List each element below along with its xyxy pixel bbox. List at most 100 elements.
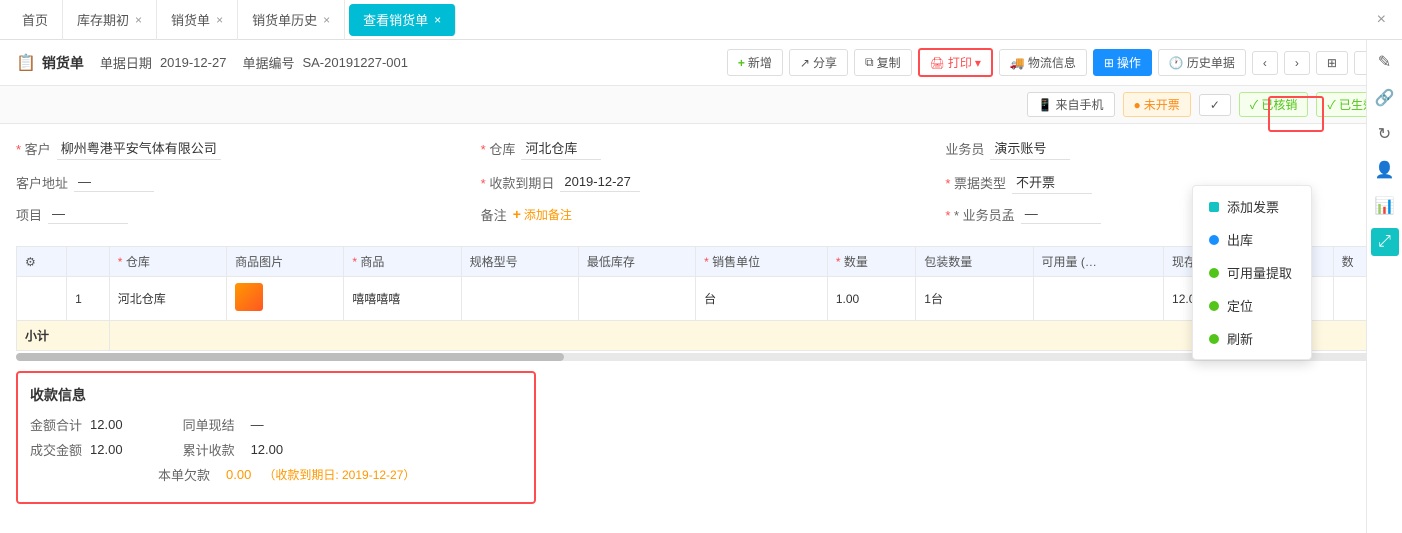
- subtotal-label: 小计: [17, 321, 110, 351]
- locate-item[interactable]: 定位: [1193, 289, 1311, 322]
- circle-icon: ●: [1134, 98, 1141, 112]
- cancelled-badge: ✓ 已核销: [1239, 92, 1309, 117]
- logistics-button[interactable]: 🚚 物流信息: [999, 49, 1087, 76]
- copy-button[interactable]: ⧉ 复制: [854, 49, 912, 76]
- grid1-button[interactable]: ⊞: [1316, 51, 1348, 75]
- toolbar-row: 📱 来自手机 ● 未开票 ✓ ✓ 已核销 ✓ 已生效: [0, 86, 1402, 124]
- add-note-button[interactable]: + 添加备注: [513, 206, 572, 223]
- tab-view-sales[interactable]: 查看销货单 ×: [349, 4, 456, 36]
- same-order-label: 同单现结: [183, 415, 235, 434]
- deal-value: 12.00: [90, 442, 123, 457]
- plus-icon: +: [738, 56, 745, 70]
- tab-inventory-init[interactable]: 库存期初 ×: [63, 0, 157, 40]
- history-button[interactable]: 🕐 历史单据: [1158, 49, 1246, 76]
- number-label: 单据编号: [242, 53, 294, 72]
- copy-icon: ⧉: [865, 55, 874, 70]
- tab-inventory-init-close[interactable]: ×: [135, 13, 142, 27]
- payment-row-3: 本单欠款 0.00 （收款到期日: 2019-12-27）: [30, 465, 522, 484]
- customer-value: 柳州粤港平安气体有限公司: [57, 136, 221, 160]
- row-min-stock: [578, 277, 695, 321]
- share-button[interactable]: ↗ 分享: [789, 49, 848, 76]
- edit-icon: ✎: [1378, 52, 1391, 72]
- tab-view-sales-close[interactable]: ×: [434, 13, 441, 27]
- col-num: [67, 247, 110, 277]
- link-icon: 🔗: [1375, 88, 1395, 108]
- right-sidebar: ✎ 🔗 ↻ 👤 📊 ⤢: [1366, 40, 1402, 533]
- subtotal-row: 小计: [17, 321, 1386, 351]
- share-icon: ↗: [800, 56, 810, 70]
- due-value: 0.00: [226, 467, 251, 482]
- next-button[interactable]: ›: [1284, 51, 1310, 75]
- mobile-icon: 📱: [1038, 98, 1053, 112]
- refresh-icon: [1209, 334, 1219, 344]
- tab-sales-history[interactable]: 销货单历史 ×: [238, 0, 345, 40]
- tab-home[interactable]: 首页: [8, 0, 63, 40]
- tab-sales-order-close[interactable]: ×: [216, 13, 223, 27]
- outbound-icon: [1209, 235, 1219, 245]
- doc-date-field: 单据日期 2019-12-27: [100, 53, 227, 72]
- qty-extract-item[interactable]: 可用量提取: [1193, 256, 1311, 289]
- sidebar-expand-btn[interactable]: ⤢: [1371, 228, 1399, 256]
- mobile-button[interactable]: 📱 来自手机: [1027, 92, 1115, 117]
- plus-note-icon: +: [513, 206, 521, 222]
- project-field: 项目 —: [16, 204, 457, 224]
- address-value: —: [74, 172, 154, 192]
- add-invoice-item[interactable]: 添加发票: [1193, 190, 1311, 223]
- data-icon: 📊: [1375, 196, 1395, 216]
- sidebar-data-btn[interactable]: 📊: [1371, 192, 1399, 220]
- tab-bar: 首页 库存期初 × 销货单 × 销货单历史 × 查看销货单 × ×: [0, 0, 1402, 40]
- not-open-button[interactable]: ● 未开票: [1123, 92, 1191, 117]
- items-table: ⚙ 仓库 商品图片 商品 规格型号 最低库存 销售单位 数量 包装数量 可用量 …: [16, 246, 1386, 351]
- row-warehouse: 河北仓库: [109, 277, 226, 321]
- sidebar-refresh-btn[interactable]: ↻: [1371, 120, 1399, 148]
- row-product: 嘻嘻嘻嘻: [344, 277, 461, 321]
- doc-meta: 单据日期 2019-12-27 单据编号 SA-20191227-001: [100, 53, 711, 72]
- product-image: [235, 283, 263, 311]
- payment-row-2: 成交金额 12.00 累计收款 12.00: [30, 440, 522, 459]
- print-button[interactable]: 🖨 打印 ▾: [918, 48, 993, 77]
- new-button[interactable]: + 新增: [727, 49, 783, 76]
- address-label: 客户地址: [16, 173, 68, 192]
- col-product: 商品: [344, 247, 461, 277]
- payment-title: 收款信息: [30, 385, 522, 405]
- sidebar-link-btn[interactable]: 🔗: [1371, 84, 1399, 112]
- add-invoice-icon: [1209, 202, 1219, 212]
- window-close-button[interactable]: ×: [1369, 11, 1394, 29]
- total-label: 金额合计: [30, 415, 82, 434]
- row-num: 1: [67, 277, 110, 321]
- col-spec: 规格型号: [461, 247, 578, 277]
- tab-sales-history-close[interactable]: ×: [323, 13, 330, 27]
- payment-row-1: 金额合计 12.00 同单现结 —: [30, 415, 522, 434]
- sidebar-refresh-icon: ↻: [1378, 124, 1391, 144]
- check-green2-icon: ✓: [1327, 98, 1335, 112]
- doc-header: 📋 销货单 单据日期 2019-12-27 单据编号 SA-20191227-0…: [0, 40, 1402, 86]
- main-content: 📋 销货单 单据日期 2019-12-27 单据编号 SA-20191227-0…: [0, 40, 1402, 533]
- col-product-img: 商品图片: [227, 247, 344, 277]
- sidebar-user-btn[interactable]: 👤: [1371, 156, 1399, 184]
- due-field: 本单欠款 0.00 （收款到期日: 2019-12-27）: [158, 465, 415, 484]
- prev-button[interactable]: ‹: [1252, 51, 1278, 75]
- cumulative-field: 累计收款 12.00: [183, 440, 284, 459]
- horizontal-scrollbar[interactable]: [16, 353, 1386, 361]
- col-settings[interactable]: ⚙: [17, 247, 67, 277]
- operations-button[interactable]: ⊞ 操作: [1093, 49, 1152, 76]
- form-row-3: 项目 — 备注 + 添加备注 * 业务员孟 —: [16, 204, 1386, 224]
- outbound-item[interactable]: 出库: [1193, 223, 1311, 256]
- ticket-label: 票据类型: [945, 173, 1006, 192]
- sidebar-edit-btn[interactable]: ✎: [1371, 48, 1399, 76]
- total-value: 12.00: [90, 417, 123, 432]
- col-sales-unit: 销售单位: [696, 247, 828, 277]
- tab-sales-order[interactable]: 销货单 ×: [157, 0, 238, 40]
- scrollbar-thumb: [16, 353, 564, 361]
- expand-icon: ⤢: [1378, 233, 1391, 251]
- confirm-button[interactable]: ✓: [1199, 94, 1231, 116]
- number-value: SA-20191227-001: [302, 55, 408, 70]
- deal-amount-field: 成交金额 12.00: [30, 440, 123, 459]
- check-icon: ✓: [1210, 98, 1220, 112]
- refresh-item[interactable]: 刷新: [1193, 322, 1311, 355]
- row-settings: [17, 277, 67, 321]
- form-row-2: 客户地址 — 收款到期日 2019-12-27 票据类型 不开票: [16, 170, 1386, 194]
- print-icon: 🖨: [930, 56, 945, 70]
- cumulative-label: 累计收款: [183, 440, 235, 459]
- user-icon: 👤: [1375, 160, 1395, 180]
